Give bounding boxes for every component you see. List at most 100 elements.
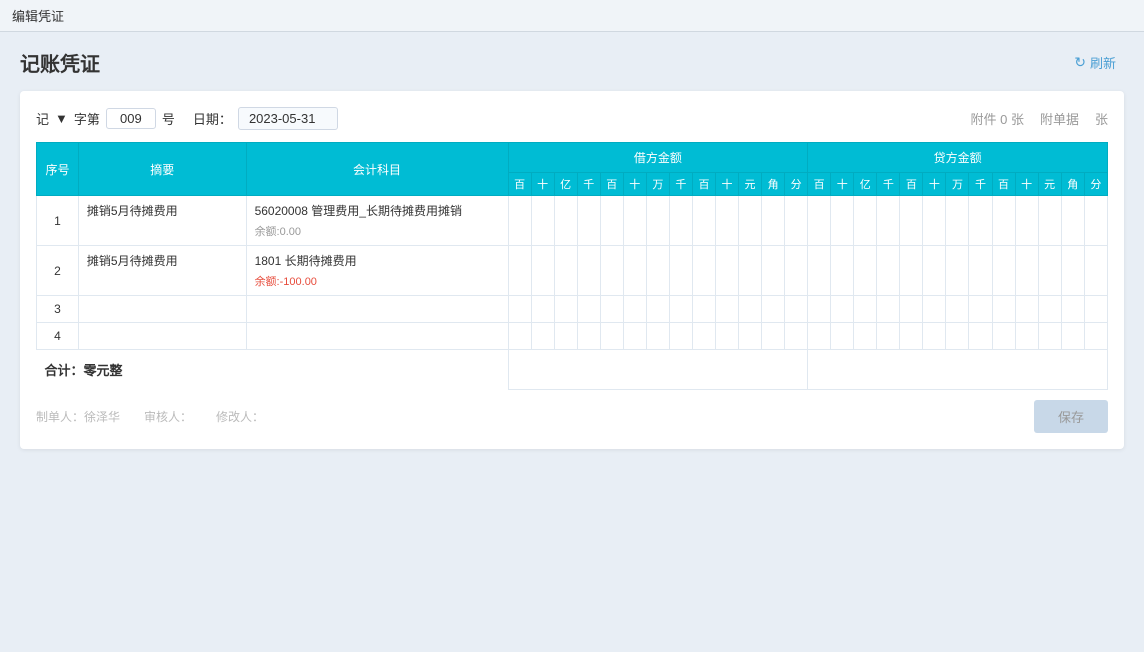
debit-amount-cell[interactable] [646, 296, 669, 323]
debit-amount-cell[interactable] [554, 296, 577, 323]
row-summary[interactable] [78, 296, 246, 323]
debit-amount-cell[interactable] [762, 196, 785, 246]
debit-amount-cell[interactable] [577, 246, 600, 296]
debit-amount-cell[interactable] [715, 296, 738, 323]
debit-amount-cell[interactable] [577, 296, 600, 323]
debit-amount-cell[interactable] [669, 296, 692, 323]
credit-amount-cell[interactable] [831, 296, 854, 323]
credit-amount-cell[interactable] [900, 323, 923, 350]
debit-amount-cell[interactable] [739, 246, 762, 296]
debit-amount-cell[interactable] [692, 323, 715, 350]
credit-amount-cell[interactable] [946, 323, 969, 350]
credit-amount-cell[interactable] [1038, 246, 1061, 296]
credit-amount-cell[interactable] [831, 196, 854, 246]
debit-amount-cell[interactable] [508, 296, 531, 323]
credit-amount-cell[interactable] [992, 296, 1015, 323]
credit-amount-cell[interactable] [992, 196, 1015, 246]
credit-amount-cell[interactable] [1061, 323, 1084, 350]
credit-amount-cell[interactable] [1084, 246, 1107, 296]
debit-amount-cell[interactable] [692, 196, 715, 246]
credit-amount-cell[interactable] [854, 296, 877, 323]
debit-amount-cell[interactable] [623, 323, 646, 350]
credit-amount-cell[interactable] [923, 296, 946, 323]
debit-amount-cell[interactable] [692, 246, 715, 296]
credit-amount-cell[interactable] [923, 196, 946, 246]
debit-amount-cell[interactable] [785, 196, 808, 246]
date-input[interactable]: 2023-05-31 [238, 107, 338, 130]
credit-amount-cell[interactable] [877, 246, 900, 296]
credit-amount-cell[interactable] [1015, 323, 1038, 350]
row-summary[interactable] [78, 323, 246, 350]
debit-amount-cell[interactable] [715, 246, 738, 296]
debit-amount-cell[interactable] [531, 296, 554, 323]
credit-amount-cell[interactable] [992, 246, 1015, 296]
debit-amount-cell[interactable] [646, 323, 669, 350]
credit-amount-cell[interactable] [900, 296, 923, 323]
credit-amount-cell[interactable] [808, 296, 831, 323]
debit-amount-cell[interactable] [508, 196, 531, 246]
credit-amount-cell[interactable] [1084, 296, 1107, 323]
save-button[interactable]: 保存 [1034, 400, 1108, 433]
credit-amount-cell[interactable] [1061, 246, 1084, 296]
credit-amount-cell[interactable] [923, 246, 946, 296]
credit-amount-cell[interactable] [969, 246, 992, 296]
debit-amount-cell[interactable] [554, 196, 577, 246]
credit-amount-cell[interactable] [808, 323, 831, 350]
debit-amount-cell[interactable] [762, 323, 785, 350]
row-account[interactable]: 56020008 管理费用_长期待摊费用摊销余额:0.00 [246, 196, 508, 246]
debit-amount-cell[interactable] [577, 323, 600, 350]
credit-amount-cell[interactable] [1061, 296, 1084, 323]
credit-amount-cell[interactable] [1038, 323, 1061, 350]
debit-amount-cell[interactable] [623, 196, 646, 246]
debit-amount-cell[interactable] [554, 323, 577, 350]
debit-amount-cell[interactable] [531, 323, 554, 350]
debit-amount-cell[interactable] [554, 246, 577, 296]
credit-amount-cell[interactable] [946, 246, 969, 296]
credit-amount-cell[interactable] [854, 246, 877, 296]
debit-amount-cell[interactable] [600, 246, 623, 296]
debit-amount-cell[interactable] [762, 246, 785, 296]
credit-amount-cell[interactable] [1015, 196, 1038, 246]
credit-amount-cell[interactable] [854, 323, 877, 350]
debit-amount-cell[interactable] [785, 323, 808, 350]
credit-amount-cell[interactable] [1038, 196, 1061, 246]
debit-amount-cell[interactable] [669, 246, 692, 296]
debit-amount-cell[interactable] [508, 246, 531, 296]
debit-amount-cell[interactable] [508, 323, 531, 350]
debit-amount-cell[interactable] [600, 323, 623, 350]
debit-amount-cell[interactable] [531, 246, 554, 296]
credit-amount-cell[interactable] [1015, 296, 1038, 323]
row-summary[interactable]: 摊销5月待摊费用 [78, 196, 246, 246]
debit-amount-cell[interactable] [762, 296, 785, 323]
debit-amount-cell[interactable] [531, 196, 554, 246]
debit-amount-cell[interactable] [715, 196, 738, 246]
credit-amount-cell[interactable] [877, 196, 900, 246]
debit-amount-cell[interactable] [600, 296, 623, 323]
credit-amount-cell[interactable] [969, 296, 992, 323]
debit-amount-cell[interactable] [739, 296, 762, 323]
debit-amount-cell[interactable] [577, 196, 600, 246]
credit-amount-cell[interactable] [900, 246, 923, 296]
debit-amount-cell[interactable] [692, 296, 715, 323]
credit-amount-cell[interactable] [877, 296, 900, 323]
debit-amount-cell[interactable] [669, 323, 692, 350]
credit-amount-cell[interactable] [1084, 196, 1107, 246]
credit-amount-cell[interactable] [1061, 196, 1084, 246]
debit-amount-cell[interactable] [646, 196, 669, 246]
row-account[interactable] [246, 323, 508, 350]
credit-amount-cell[interactable] [992, 323, 1015, 350]
debit-amount-cell[interactable] [715, 323, 738, 350]
debit-amount-cell[interactable] [785, 296, 808, 323]
debit-amount-cell[interactable] [785, 246, 808, 296]
zi-number[interactable]: 009 [106, 108, 156, 129]
credit-amount-cell[interactable] [969, 323, 992, 350]
row-account[interactable]: 1801 长期待摊费用余额:-100.00 [246, 246, 508, 296]
debit-amount-cell[interactable] [646, 246, 669, 296]
credit-amount-cell[interactable] [877, 323, 900, 350]
credit-amount-cell[interactable] [831, 246, 854, 296]
credit-amount-cell[interactable] [900, 196, 923, 246]
credit-amount-cell[interactable] [854, 196, 877, 246]
credit-amount-cell[interactable] [1038, 296, 1061, 323]
debit-amount-cell[interactable] [623, 246, 646, 296]
credit-amount-cell[interactable] [808, 196, 831, 246]
